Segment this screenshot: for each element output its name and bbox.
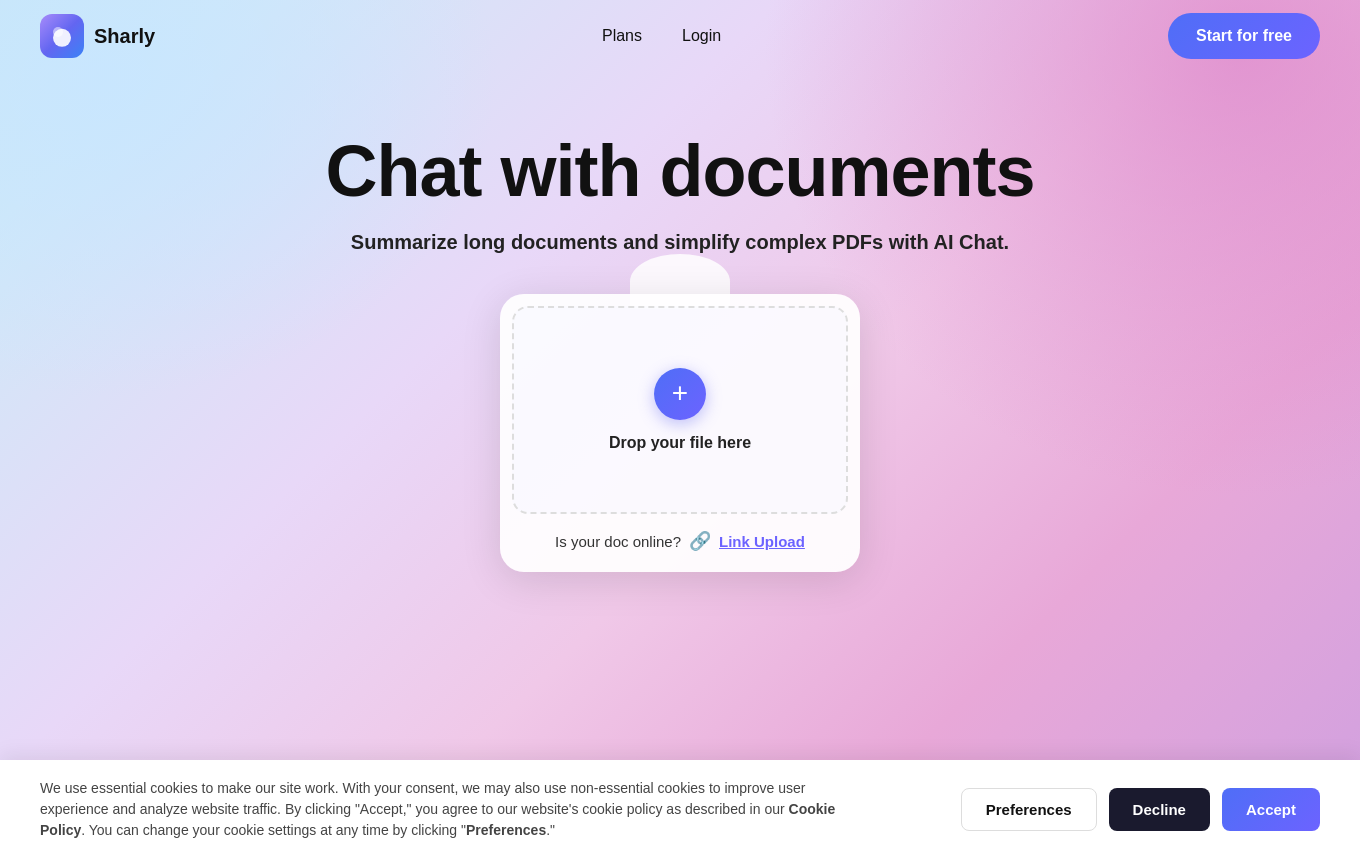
nav-link-login[interactable]: Login <box>682 27 721 45</box>
hero-subtitle: Summarize long documents and simplify co… <box>351 231 1009 254</box>
logo-icon <box>40 14 84 58</box>
decline-button[interactable]: Decline <box>1109 788 1210 831</box>
link-icon: 🔗 <box>689 530 711 552</box>
hero-title: Chat with documents <box>325 132 1034 211</box>
preferences-inline-link[interactable]: Preferences <box>466 822 546 838</box>
upload-dropzone[interactable]: + Drop your file here <box>512 306 848 514</box>
logo-name: Sharly <box>94 25 155 48</box>
accept-button[interactable]: Accept <box>1222 788 1320 831</box>
nav-link-plans[interactable]: Plans <box>602 27 642 45</box>
nav-links: Plans Login <box>602 27 721 45</box>
cookie-text: We use essential cookies to make our sit… <box>40 778 840 841</box>
preferences-button[interactable]: Preferences <box>961 788 1097 831</box>
logo-area: Sharly <box>40 14 155 58</box>
page: Sharly Plans Login Start for free Chat w… <box>0 0 1360 859</box>
upload-card[interactable]: + Drop your file here Is your doc online… <box>500 294 860 572</box>
link-upload-button[interactable]: Link Upload <box>719 533 805 550</box>
upload-container: + Drop your file here Is your doc online… <box>500 294 860 572</box>
drop-text: Drop your file here <box>609 434 751 452</box>
footer-question: Is your doc online? <box>555 533 681 550</box>
cookie-banner: We use essential cookies to make our sit… <box>0 760 1360 859</box>
start-for-free-button[interactable]: Start for free <box>1168 13 1320 59</box>
upload-footer: Is your doc online? 🔗 Link Upload <box>512 514 848 560</box>
upload-plus-button[interactable]: + <box>654 368 706 420</box>
hero-section: Chat with documents Summarize long docum… <box>0 72 1360 859</box>
cookie-buttons: Preferences Decline Accept <box>961 788 1320 831</box>
cookie-policy-link[interactable]: Cookie Policy <box>40 801 835 838</box>
navbar: Sharly Plans Login Start for free <box>0 0 1360 72</box>
plus-icon: + <box>672 379 688 407</box>
